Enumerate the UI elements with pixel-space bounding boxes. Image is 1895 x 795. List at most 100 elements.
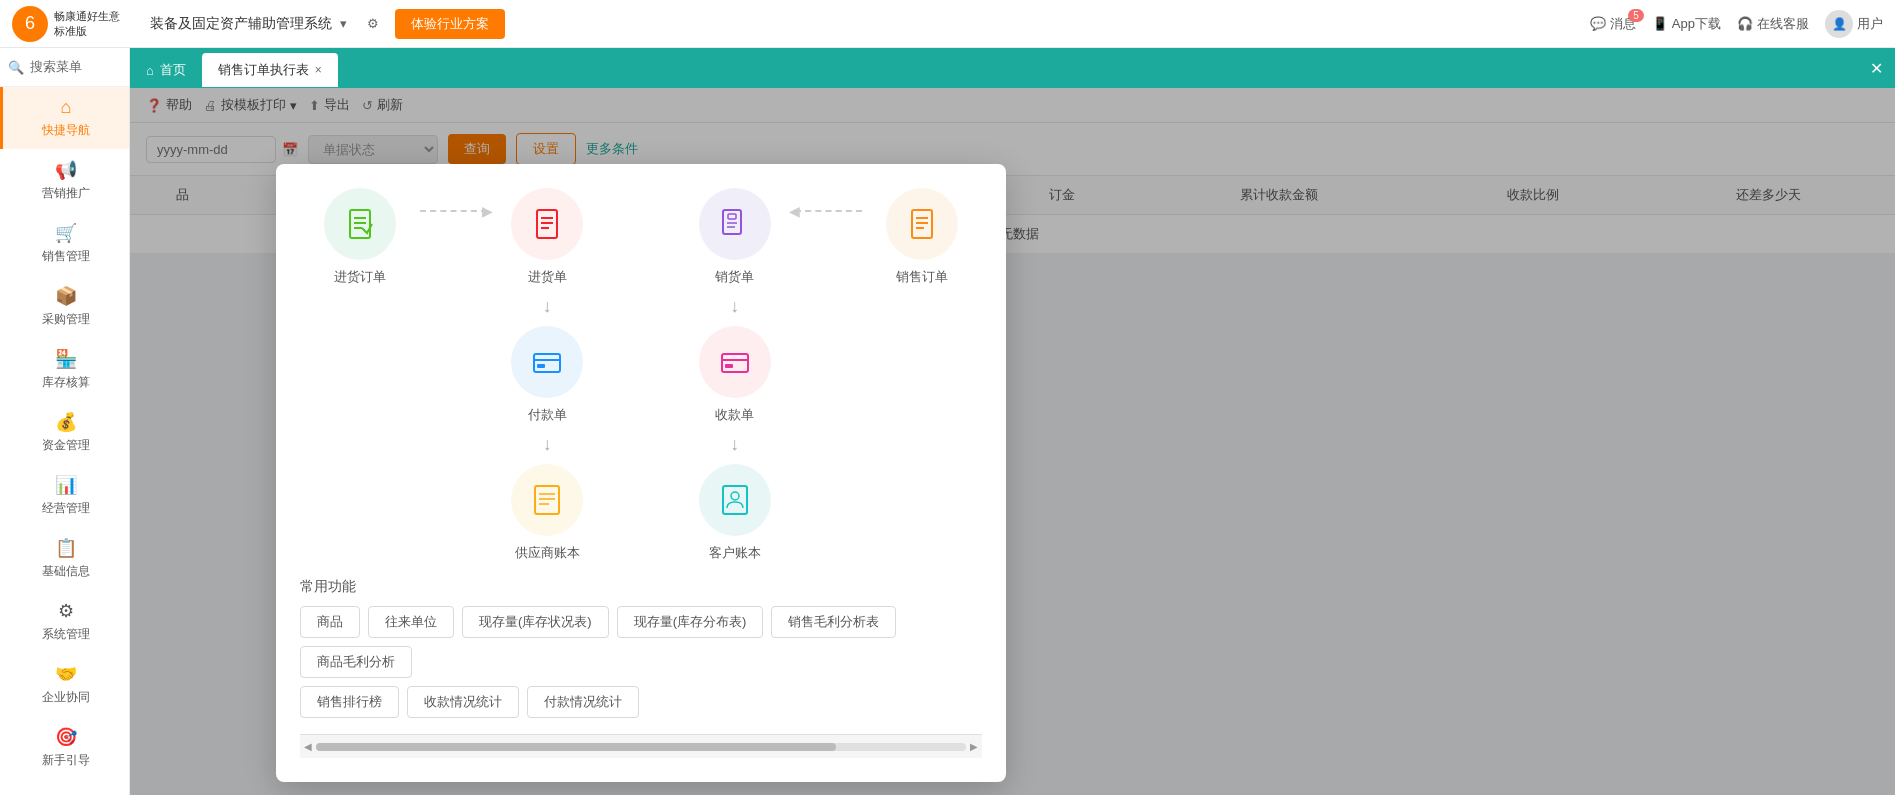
sidebar-item-basic-info[interactable]: 📋 基础信息 xyxy=(0,527,129,590)
sidebar-search[interactable]: 🔍 搜索菜单 xyxy=(0,48,129,87)
sidebar-item-enterprise[interactable]: 🤝 企业协同 xyxy=(0,653,129,716)
common-btns-row2: 销售排行榜 收款情况统计 付款情况统计 xyxy=(300,686,982,718)
system-title: 装备及固定资产辅助管理系统 xyxy=(150,15,332,33)
scroll-bar: ◀ ▶ xyxy=(300,734,982,758)
modal-box: 进货订单 ▶ xyxy=(276,164,1006,782)
system-icon: ⚙ xyxy=(58,600,74,622)
flow-node-payment[interactable]: 付款单 xyxy=(487,326,607,424)
modal: 进货订单 ▶ xyxy=(260,148,1895,795)
svg-rect-21 xyxy=(725,364,733,368)
purchase-bill-circle xyxy=(511,188,583,260)
settings-icon[interactable]: ⚙ xyxy=(359,10,387,38)
sidebar-item-newbie[interactable]: 🎯 新手引导 xyxy=(0,716,129,779)
common-btn-sales-margin[interactable]: 销售毛利分析表 xyxy=(771,606,896,638)
marketing-icon: 📢 xyxy=(55,159,77,181)
experience-button[interactable]: 体验行业方案 xyxy=(395,9,505,39)
flow-node-sales-order[interactable]: 销售订单 xyxy=(862,188,982,286)
main-area: 🔍 搜索菜单 ⌂ 快捷导航 📢 营销推广 🛒 销售管理 📦 采购管理 🏪 xyxy=(0,48,1895,795)
common-btn-receipt-stat[interactable]: 收款情况统计 xyxy=(407,686,519,718)
purchase-order-circle xyxy=(324,188,396,260)
scroll-right-icon[interactable]: ▶ xyxy=(970,741,978,752)
flow-node-purchase-order[interactable]: 进货订单 xyxy=(300,188,420,286)
common-btns-row1: 商品 往来单位 现存量(库存状况表) 现存量(库存分布表) 销售毛利分析表 商品… xyxy=(300,606,982,678)
content-body: ❓ 帮助 🖨 按模板打印 ▾ ⬆ 导出 ↺ 刷新 xyxy=(130,88,1895,795)
tab-sales-order[interactable]: 销售订单执行表 × xyxy=(202,53,338,87)
common-btn-product[interactable]: 商品 xyxy=(300,606,360,638)
tab-bar-close-icon[interactable]: ✕ xyxy=(1870,59,1883,78)
common-section: 常用功能 商品 往来单位 现存量(库存状况表) 现存量(库存分布表) 销售毛利分… xyxy=(300,578,982,718)
flow-node-supplier-account[interactable]: 供应商账本 xyxy=(487,464,607,562)
common-btn-inventory-dist[interactable]: 现存量(库存分布表) xyxy=(617,606,764,638)
chevron-down-icon: ▾ xyxy=(340,16,347,31)
arrow-down-purchase: ↓ xyxy=(543,296,552,317)
arrow-down-sales: ↓ xyxy=(730,296,739,317)
newbie-icon: 🎯 xyxy=(55,726,77,748)
svg-rect-16 xyxy=(534,354,560,372)
download-icon: 📱 xyxy=(1652,16,1668,31)
receipt-circle xyxy=(699,326,771,398)
sidebar-item-quick-nav[interactable]: ⌂ 快捷导航 xyxy=(0,87,129,149)
sidebar-item-system[interactable]: ⚙ 系统管理 xyxy=(0,590,129,653)
purchase-icon: 📦 xyxy=(55,285,77,307)
svg-rect-18 xyxy=(537,364,545,368)
supplier-account-circle xyxy=(511,464,583,536)
user-action[interactable]: 👤 用户 xyxy=(1825,10,1883,38)
logo-area: 6 畅康通好生意 标准版 xyxy=(12,6,142,42)
app-download-action[interactable]: 📱 App下载 xyxy=(1652,15,1721,33)
sales-order-circle xyxy=(886,188,958,260)
search-icon: 🔍 xyxy=(8,60,24,75)
svg-point-27 xyxy=(731,492,739,500)
payment-circle xyxy=(511,326,583,398)
logo-icon: 6 xyxy=(12,6,48,42)
arrow-down-payment: ↓ xyxy=(543,434,552,455)
finance-icon: 💰 xyxy=(55,411,77,433)
scroll-track[interactable] xyxy=(316,743,966,751)
common-btn-inventory-status[interactable]: 现存量(库存状况表) xyxy=(462,606,609,638)
flow-node-sales-bill[interactable]: 销货单 xyxy=(675,188,795,286)
flow-section: 进货订单 ▶ xyxy=(300,188,982,562)
arrow-down-receipt: ↓ xyxy=(730,434,739,455)
flow-node-receipt[interactable]: 收款单 xyxy=(675,326,795,424)
message-icon: 💬 xyxy=(1590,16,1606,31)
content-area: ⌂ 首页 销售订单执行表 × ✕ ❓ 帮助 🖨 xyxy=(130,48,1895,795)
tab-bar: ⌂ 首页 销售订单执行表 × ✕ xyxy=(130,48,1895,88)
avatar: 👤 xyxy=(1825,10,1853,38)
common-btn-product-margin[interactable]: 商品毛利分析 xyxy=(300,646,412,678)
svg-rect-9 xyxy=(728,214,736,219)
customer-account-circle xyxy=(699,464,771,536)
tab-home[interactable]: ⌂ 首页 xyxy=(130,53,202,87)
common-btn-sales-rank[interactable]: 销售排行榜 xyxy=(300,686,399,718)
service-icon: 🎧 xyxy=(1737,16,1753,31)
sidebar-item-sales[interactable]: 🛒 销售管理 xyxy=(0,212,129,275)
sidebar-item-marketing[interactable]: 📢 营销推广 xyxy=(0,149,129,212)
app-container: 6 畅康通好生意 标准版 装备及固定资产辅助管理系统 ▾ ⚙ 体验行业方案 💬 … xyxy=(0,0,1895,795)
scroll-thumb xyxy=(316,743,836,751)
top-bar-right: 💬 消息 5 📱 App下载 🎧 在线客服 👤 用户 xyxy=(1590,10,1883,38)
flow-node-purchase-bill[interactable]: 进货单 xyxy=(487,188,607,286)
enterprise-icon: 🤝 xyxy=(55,663,77,685)
sidebar-item-finance[interactable]: 💰 资金管理 xyxy=(0,401,129,464)
common-title: 常用功能 xyxy=(300,578,982,596)
inventory-icon: 🏪 xyxy=(55,348,77,370)
basic-info-icon: 📋 xyxy=(55,537,77,559)
common-btn-contact[interactable]: 往来单位 xyxy=(368,606,454,638)
online-service-action[interactable]: 🎧 在线客服 xyxy=(1737,15,1809,33)
logo-text: 畅康通好生意 标准版 xyxy=(54,9,120,38)
home-tab-icon: ⌂ xyxy=(146,63,154,78)
sales-icon: 🛒 xyxy=(55,222,77,244)
operations-icon: 📊 xyxy=(55,474,77,496)
home-icon: ⌂ xyxy=(61,97,72,118)
sidebar-item-operations[interactable]: 📊 经营管理 xyxy=(0,464,129,527)
common-btn-payment-stat[interactable]: 付款情况统计 xyxy=(527,686,639,718)
svg-rect-22 xyxy=(535,486,559,514)
flow-node-customer-account[interactable]: 客户账本 xyxy=(675,464,795,562)
top-bar: 6 畅康通好生意 标准版 装备及固定资产辅助管理系统 ▾ ⚙ 体验行业方案 💬 … xyxy=(0,0,1895,48)
message-action[interactable]: 💬 消息 5 xyxy=(1590,15,1636,33)
tab-close-icon[interactable]: × xyxy=(315,63,322,77)
system-dropdown[interactable]: ▾ xyxy=(332,12,355,35)
svg-rect-19 xyxy=(722,354,748,372)
sidebar-item-inventory[interactable]: 🏪 库存核算 xyxy=(0,338,129,401)
scroll-left-icon[interactable]: ◀ xyxy=(304,741,312,752)
sales-bill-circle xyxy=(699,188,771,260)
sidebar-item-purchase[interactable]: 📦 采购管理 xyxy=(0,275,129,338)
